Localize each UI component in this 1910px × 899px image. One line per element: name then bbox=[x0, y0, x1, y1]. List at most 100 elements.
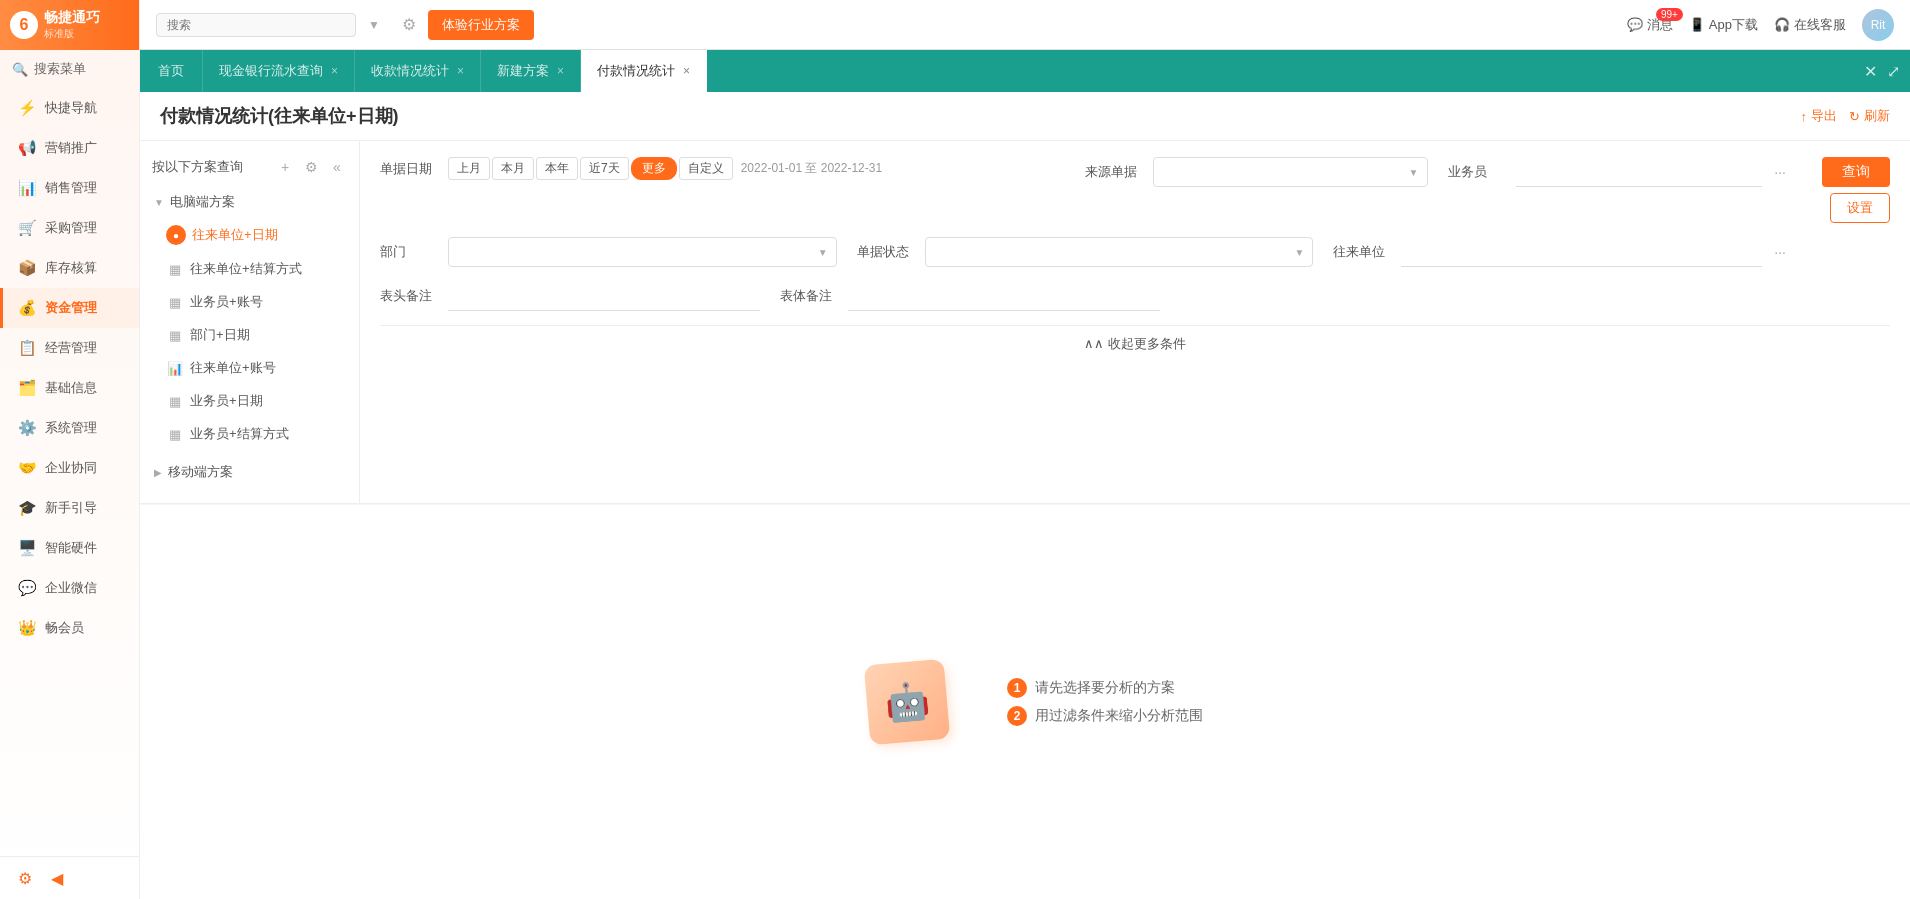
scheme-item-5[interactable]: ▦ 业务员+日期 bbox=[154, 385, 355, 417]
filter-panel: 单据日期 上月 本月 本年 近7天 更多 自定义 2022-01-01 至 20… bbox=[360, 141, 1910, 503]
tab-new-scheme-label: 新建方案 bbox=[497, 62, 549, 80]
tabs-expand-btn[interactable]: ⤢ bbox=[1887, 62, 1900, 81]
tab-payment-stats[interactable]: 付款情况统计 × bbox=[581, 50, 707, 92]
tab-receipt-stats[interactable]: 收款情况统计 × bbox=[355, 50, 481, 92]
sidebar-item-operations[interactable]: 📋 经营管理 bbox=[0, 328, 139, 368]
global-search-input[interactable] bbox=[156, 13, 356, 37]
date-btn-last-month[interactable]: 上月 bbox=[448, 157, 490, 180]
header-note-input[interactable] bbox=[448, 281, 760, 311]
body-note-input[interactable] bbox=[848, 281, 1160, 311]
page-actions: ↑ 导出 ↻ 刷新 bbox=[1801, 107, 1891, 125]
sidebar-item-enterprise[interactable]: 🤝 企业协同 bbox=[0, 448, 139, 488]
topbar-gear[interactable]: ⚙ bbox=[402, 15, 416, 34]
sidebar-item-wechat[interactable]: 💬 企业微信 bbox=[0, 568, 139, 608]
mobile-section-label: 移动端方案 bbox=[168, 463, 233, 481]
collapse-more-btn[interactable]: ∧∧ 收起更多条件 bbox=[1084, 335, 1186, 353]
scheme-item-3[interactable]: ▦ 部门+日期 bbox=[154, 319, 355, 351]
tab-bank-flow[interactable]: 现金银行流水查询 × bbox=[203, 50, 355, 92]
desktop-section-arrow: ▼ bbox=[154, 197, 164, 208]
scheme-item-0[interactable]: ● 往来单位+日期 bbox=[154, 218, 355, 252]
dots-icon[interactable]: ··· bbox=[1770, 164, 1790, 180]
messages-btn[interactable]: 💬 消息 99+ bbox=[1627, 16, 1673, 34]
tab-home-label: 首页 bbox=[158, 62, 184, 80]
sidebar-item-label: 库存核算 bbox=[45, 259, 97, 277]
sidebar-item-capital[interactable]: 💰 资金管理 bbox=[0, 288, 139, 328]
date-btn-custom[interactable]: 自定义 bbox=[679, 157, 733, 180]
scheme-item-1[interactable]: ▦ 往来单位+结算方式 bbox=[154, 253, 355, 285]
date-btns: 上月 本月 本年 近7天 更多 自定义 2022-01-01 至 2022-12… bbox=[448, 157, 882, 180]
date-btn-this-year[interactable]: 本年 bbox=[536, 157, 578, 180]
user-avatar[interactable]: Rit bbox=[1862, 9, 1894, 41]
mobile-scheme-section: ▶ 移动端方案 bbox=[140, 451, 359, 493]
doc-status-field: 单据状态 ▼ bbox=[857, 237, 1314, 267]
empty-state: 🤖 1 请先选择要分析的方案 2 用过滤条件来缩小分析范围 bbox=[140, 505, 1910, 899]
doc-status-label: 单据状态 bbox=[857, 243, 917, 261]
partner-dots-icon[interactable]: ··· bbox=[1770, 244, 1790, 260]
date-btn-7days[interactable]: 近7天 bbox=[580, 157, 629, 180]
sidebar-item-smart-hw[interactable]: 🖥️ 智能硬件 bbox=[0, 528, 139, 568]
sidebar-item-label: 经营管理 bbox=[45, 339, 97, 357]
step-2-text: 用过滤条件来缩小分析范围 bbox=[1035, 707, 1203, 725]
tab-home[interactable]: 首页 bbox=[140, 50, 203, 92]
scheme-item-label: 业务员+日期 bbox=[190, 392, 263, 410]
sidebar-item-newbie[interactable]: 🎓 新手引导 bbox=[0, 488, 139, 528]
refresh-btn[interactable]: ↻ 刷新 bbox=[1849, 107, 1890, 125]
inventory-icon: 📦 bbox=[17, 258, 37, 278]
basic-info-icon: 🗂️ bbox=[17, 378, 37, 398]
sidebar-item-purchase[interactable]: 🛒 采购管理 bbox=[0, 208, 139, 248]
date-btn-more[interactable]: 更多 bbox=[631, 157, 677, 180]
app-download-btn[interactable]: 📱 App下载 bbox=[1689, 16, 1758, 34]
partner-input[interactable] bbox=[1401, 237, 1762, 267]
dept-select[interactable]: ▼ bbox=[448, 237, 837, 267]
settings-footer-icon[interactable]: ⚙ bbox=[14, 867, 36, 889]
settings-btn[interactable]: 设置 bbox=[1830, 193, 1890, 223]
collapse-sidebar-btn[interactable]: ◀ bbox=[46, 867, 68, 889]
scheme-settings-btn[interactable]: ⚙ bbox=[301, 157, 321, 177]
online-service-btn[interactable]: 🎧 在线客服 bbox=[1774, 16, 1846, 34]
sidebar-item-quick-nav[interactable]: ⚡ 快捷导航 bbox=[0, 88, 139, 128]
doc-status-select[interactable]: ▼ bbox=[925, 237, 1314, 267]
scheme-collapse-btn[interactable]: « bbox=[327, 157, 347, 177]
trial-btn[interactable]: 体验行业方案 bbox=[428, 10, 534, 40]
tab-receipt-stats-close[interactable]: × bbox=[457, 64, 464, 78]
scheme-item-4[interactable]: 📊 往来单位+账号 bbox=[154, 352, 355, 384]
date-btn-this-month[interactable]: 本月 bbox=[492, 157, 534, 180]
tab-payment-stats-close[interactable]: × bbox=[683, 64, 690, 78]
query-btn[interactable]: 查询 bbox=[1822, 157, 1890, 187]
sidebar-item-marketing[interactable]: 📢 营销推广 bbox=[0, 128, 139, 168]
sidebar-item-vip[interactable]: 👑 畅会员 bbox=[0, 608, 139, 648]
tab-new-scheme[interactable]: 新建方案 × bbox=[481, 50, 581, 92]
source-select[interactable]: ▼ bbox=[1153, 157, 1428, 187]
salesperson-label: 业务员 bbox=[1448, 163, 1508, 181]
search-menu[interactable]: 🔍 搜索菜单 bbox=[0, 50, 139, 88]
sidebar-header: 6 畅捷通巧 标准版 bbox=[0, 0, 139, 50]
add-scheme-btn[interactable]: + bbox=[275, 157, 295, 177]
tab-bank-flow-close[interactable]: × bbox=[331, 64, 338, 78]
page-header: 付款情况统计(往来单位+日期) ↑ 导出 ↻ 刷新 bbox=[140, 92, 1910, 141]
tabs-close-all-btn[interactable]: ✕ bbox=[1864, 62, 1877, 81]
mobile-section-toggle[interactable]: ▶ 移动端方案 bbox=[154, 457, 345, 487]
dept-field: 部门 ▼ bbox=[380, 237, 837, 267]
purchase-icon: 🛒 bbox=[17, 218, 37, 238]
sidebar-item-inventory[interactable]: 📦 库存核算 bbox=[0, 248, 139, 288]
sidebar-item-sales[interactable]: 📊 销售管理 bbox=[0, 168, 139, 208]
sidebar-item-system[interactable]: ⚙️ 系统管理 bbox=[0, 408, 139, 448]
active-indicator: ● bbox=[166, 225, 186, 245]
empty-content: 🤖 1 请先选择要分析的方案 2 用过滤条件来缩小分析范围 bbox=[847, 652, 1203, 752]
tab-new-scheme-close[interactable]: × bbox=[557, 64, 564, 78]
scheme-item-2[interactable]: ▦ 业务员+账号 bbox=[154, 286, 355, 318]
online-service-label: 在线客服 bbox=[1794, 16, 1846, 34]
topbar-chevron[interactable]: ▼ bbox=[368, 18, 380, 32]
salesperson-input[interactable] bbox=[1516, 157, 1763, 187]
scheme-item-icon: ▦ bbox=[166, 425, 184, 443]
sidebar-item-label: 系统管理 bbox=[45, 419, 97, 437]
desktop-section-toggle[interactable]: ▼ 电脑端方案 bbox=[140, 187, 359, 217]
scheme-item-6[interactable]: ▦ 业务员+结算方式 bbox=[154, 418, 355, 450]
gear-icon: ⚙ bbox=[402, 16, 416, 33]
chevron-down-icon: ▼ bbox=[1409, 167, 1419, 178]
dept-label: 部门 bbox=[380, 243, 440, 261]
collapse-more-label: 收起更多条件 bbox=[1108, 335, 1186, 353]
sidebar: 6 畅捷通巧 标准版 🔍 搜索菜单 ⚡ 快捷导航 📢 营销推广 📊 销售管理 🛒… bbox=[0, 0, 140, 899]
export-btn[interactable]: ↑ 导出 bbox=[1801, 107, 1838, 125]
sidebar-item-basic-info[interactable]: 🗂️ 基础信息 bbox=[0, 368, 139, 408]
